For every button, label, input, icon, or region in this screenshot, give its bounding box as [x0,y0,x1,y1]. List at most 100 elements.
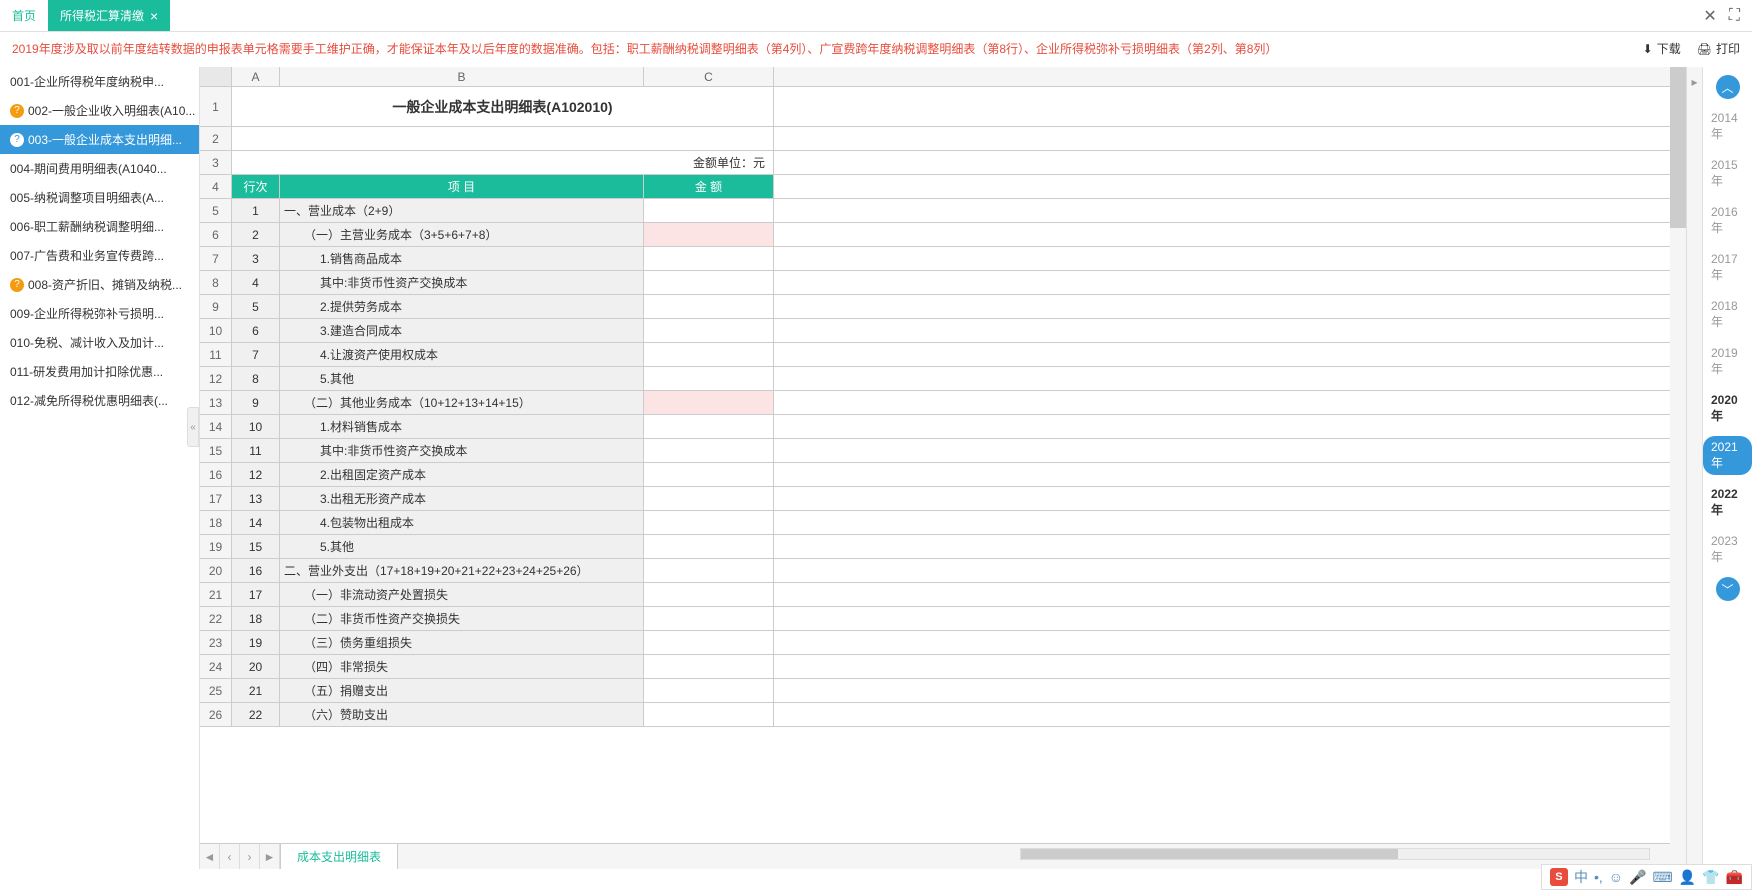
row-header[interactable]: 17 [200,487,232,510]
cell-item-name[interactable]: 3.出租无形资产成本 [280,487,644,510]
cell-item-name[interactable]: 1.销售商品成本 [280,247,644,270]
cell-line-no[interactable]: 12 [232,463,280,486]
row-header[interactable]: 22 [200,607,232,630]
row-header[interactable]: 5 [200,199,232,222]
row-header[interactable]: 19 [200,535,232,558]
cell-item-name[interactable]: 1.材料销售成本 [280,415,644,438]
cell-amount[interactable] [644,319,774,342]
sheet-nav-first[interactable]: ◄ [200,844,220,869]
cell-item-name[interactable]: 其中:非货币性资产交换成本 [280,271,644,294]
select-all-corner[interactable] [200,67,232,86]
year-option[interactable]: 2017年 [1703,248,1752,287]
sheet-tab-active[interactable]: 成本支出明细表 [281,844,398,869]
right-panel-expand[interactable]: ▸ [1686,67,1702,869]
sidebar-item-6[interactable]: 007-广告费和业务宣传费跨... [0,241,199,270]
row-header[interactable]: 18 [200,511,232,534]
cell-item-name[interactable]: （二）非货币性资产交换损失 [280,607,644,630]
cell-line-no[interactable]: 13 [232,487,280,510]
row-header[interactable]: 23 [200,631,232,654]
year-option[interactable]: 2022年 [1703,483,1752,522]
row-header[interactable]: 15 [200,439,232,462]
ime-emoji-icon[interactable]: ☺ [1609,869,1623,885]
cell-item-name[interactable]: 2.出租固定资产成本 [280,463,644,486]
row-header[interactable]: 20 [200,559,232,582]
cell-amount[interactable] [644,535,774,558]
cell-item-name[interactable]: 4.包装物出租成本 [280,511,644,534]
cell-line-no[interactable]: 8 [232,367,280,390]
tab-tax-settlement[interactable]: 所得税汇算清缴 × [48,0,170,31]
row-header[interactable]: 26 [200,703,232,726]
cell-amount[interactable] [644,511,774,534]
col-header-c[interactable]: C [644,67,774,86]
row-header[interactable]: 12 [200,367,232,390]
ime-keyboard-icon[interactable]: ⌨ [1652,869,1672,886]
year-scroll-up[interactable]: ︿ [1716,75,1740,99]
cell-line-no[interactable]: 17 [232,583,280,606]
cell-item-name[interactable]: 其中:非货币性资产交换成本 [280,439,644,462]
sidebar-item-5[interactable]: 006-职工薪酬纳税调整明细... [0,212,199,241]
cell-amount[interactable] [644,295,774,318]
year-option[interactable]: 2014年 [1703,107,1752,146]
cell-item-name[interactable]: 5.其他 [280,535,644,558]
sheet-nav-last[interactable]: ► [260,844,280,869]
row-header[interactable]: 24 [200,655,232,678]
sidebar-collapse-handle[interactable]: « [187,407,199,447]
cell-amount[interactable] [644,247,774,270]
sheet-body[interactable]: 1一般企业成本支出明细表(A102010)23金额单位：元4行次项 目金 额51… [200,87,1670,843]
sidebar-item-9[interactable]: 010-免税、减计收入及加计... [0,328,199,357]
sheet-nav-next[interactable]: › [240,844,260,869]
cell-item-name[interactable]: （一）非流动资产处置损失 [280,583,644,606]
cell-amount[interactable] [644,199,774,222]
year-option[interactable]: 2019年 [1703,342,1752,381]
cell-item-name[interactable]: 5.其他 [280,367,644,390]
row-header[interactable]: 11 [200,343,232,366]
cell-amount[interactable] [644,415,774,438]
cell-item-name[interactable]: 二、营业外支出（17+18+19+20+21+22+23+24+25+26） [280,559,644,582]
sidebar-item-0[interactable]: 001-企业所得税年度纳税申... [0,67,199,96]
cell-amount[interactable] [644,607,774,630]
cell-amount[interactable] [644,703,774,726]
row-header[interactable]: 16 [200,463,232,486]
year-option[interactable]: 2016年 [1703,201,1752,240]
cell-line-no[interactable]: 5 [232,295,280,318]
cell-amount[interactable] [644,391,774,414]
ime-voice-icon[interactable]: 🎤 [1629,869,1646,886]
cell-item-name[interactable]: （五）捐赠支出 [280,679,644,702]
row-header[interactable]: 6 [200,223,232,246]
year-option[interactable]: 2020年 [1703,389,1752,428]
cell-item-name[interactable]: （三）债务重组损失 [280,631,644,654]
cell-item-name[interactable]: 3.建造合同成本 [280,319,644,342]
tab-home[interactable]: 首页 [0,0,48,31]
sidebar-item-1[interactable]: ?002-一般企业收入明细表(A10... [0,96,199,125]
ime-skin-icon[interactable]: 👕 [1702,869,1719,886]
row-header[interactable]: 21 [200,583,232,606]
sidebar-item-2[interactable]: ?003-一般企业成本支出明细... [0,125,199,154]
ime-punct-icon[interactable]: •, [1594,869,1603,885]
row-header[interactable]: 2 [200,127,232,150]
sidebar-item-7[interactable]: ?008-资产折旧、摊销及纳税... [0,270,199,299]
year-option[interactable]: 2023年 [1703,530,1752,569]
vertical-scrollbar[interactable] [1670,67,1686,869]
cell-amount[interactable] [644,463,774,486]
year-option[interactable]: 2018年 [1703,295,1752,334]
cell-item-name[interactable]: 一、营业成本（2+9） [280,199,644,222]
cell-line-no[interactable]: 6 [232,319,280,342]
cell-line-no[interactable]: 11 [232,439,280,462]
cell-line-no[interactable]: 1 [232,199,280,222]
cell-item-name[interactable]: （六）赞助支出 [280,703,644,726]
row-header[interactable]: 14 [200,415,232,438]
cell-line-no[interactable]: 21 [232,679,280,702]
ime-toolbox-icon[interactable]: 🧰 [1726,869,1743,886]
cell-line-no[interactable]: 22 [232,703,280,726]
cell-amount[interactable] [644,439,774,462]
row-header[interactable]: 10 [200,319,232,342]
fullscreen-icon[interactable]: ⛶ [1729,7,1740,25]
row-header[interactable]: 25 [200,679,232,702]
sidebar-item-10[interactable]: 011-研发费用加计扣除优惠... [0,357,199,386]
cell-amount[interactable] [644,223,774,246]
print-button[interactable]: 🖨 打印 [1697,40,1740,59]
row-header[interactable]: 1 [200,87,232,126]
cell-amount[interactable] [644,343,774,366]
cell-line-no[interactable]: 3 [232,247,280,270]
row-header[interactable]: 8 [200,271,232,294]
